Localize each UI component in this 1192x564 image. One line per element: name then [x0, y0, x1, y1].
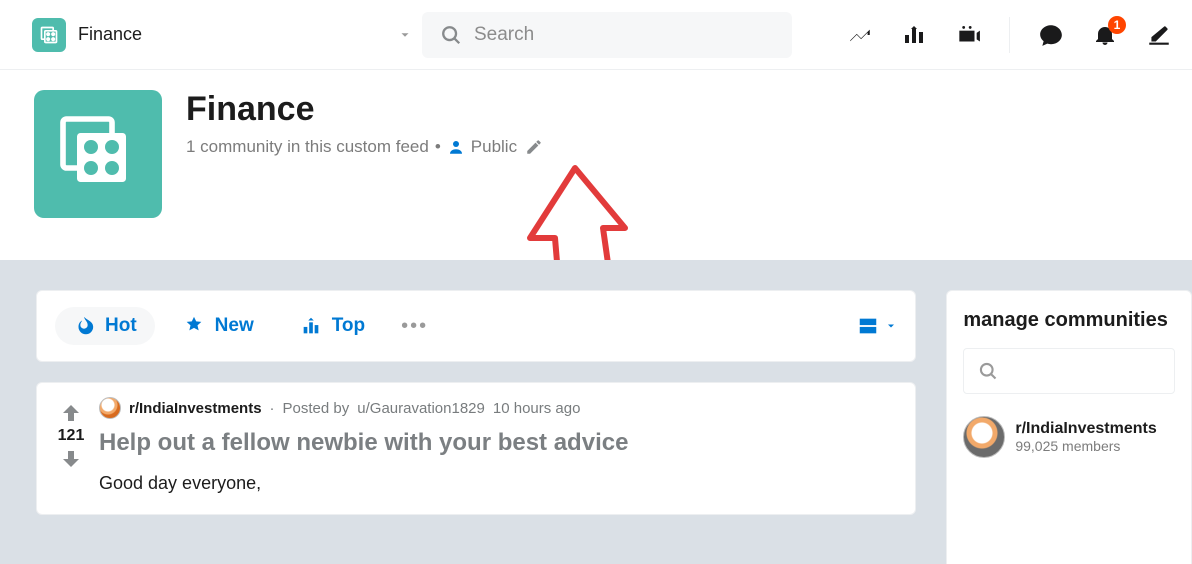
search-bar[interactable] — [422, 12, 792, 58]
posted-by-label: Posted by — [283, 400, 350, 417]
sort-top-label: Top — [332, 315, 365, 337]
sidebar-card: manage communities r/IndiaInvestments 99… — [946, 290, 1192, 564]
downvote-button[interactable] — [59, 447, 83, 471]
search-input[interactable] — [474, 24, 774, 46]
sidebar-subreddit-row[interactable]: r/IndiaInvestments 99,025 members — [963, 416, 1175, 458]
sort-new-button[interactable]: New — [165, 307, 272, 345]
subreddit-avatar-icon[interactable] — [99, 397, 121, 419]
top-header: Finance 1 — [0, 0, 1192, 70]
subreddit-avatar-icon — [963, 416, 1005, 458]
sort-hot-label: Hot — [105, 315, 137, 337]
sort-hot-button[interactable]: Hot — [55, 307, 155, 345]
person-icon — [447, 138, 465, 156]
sort-new-label: New — [215, 315, 254, 337]
feed-title: Finance — [186, 90, 543, 129]
create-post-icon[interactable] — [1146, 22, 1172, 48]
upvote-button[interactable] — [59, 401, 83, 425]
feed-subtitle: 1 community in this custom feed • Public — [186, 137, 543, 157]
header-action-icons: 1 — [847, 17, 1172, 53]
custom-feed-icon — [32, 18, 66, 52]
notifications-icon[interactable]: 1 — [1092, 22, 1118, 48]
feed-banner: Finance 1 community in this custom feed … — [0, 70, 1192, 260]
chevron-down-icon — [885, 320, 897, 332]
sidebar-search[interactable] — [963, 348, 1175, 394]
feed-big-icon — [34, 90, 162, 218]
post-age: 10 hours ago — [493, 400, 581, 417]
sort-bar: Hot New Top ••• — [36, 290, 916, 362]
post-excerpt: Good day everyone, — [99, 473, 897, 494]
chat-icon[interactable] — [1038, 22, 1064, 48]
vote-column: 121 — [43, 397, 99, 494]
chevron-down-icon — [398, 28, 412, 42]
search-icon — [440, 24, 462, 46]
sort-more-button[interactable]: ••• — [393, 315, 436, 338]
sidebar-sub-name: r/IndiaInvestments — [1015, 420, 1156, 438]
popular-icon[interactable] — [847, 22, 873, 48]
sidebar-heading: manage communities — [963, 309, 1175, 332]
community-count-text: 1 community in this custom feed — [186, 137, 429, 157]
content-area: Hot New Top ••• 121 — [0, 260, 1192, 564]
feed-selector-label: Finance — [78, 24, 142, 45]
post-meta: r/IndiaInvestments · Posted by u/Gaurava… — [99, 397, 897, 419]
author-link[interactable]: u/Gauravation1829 — [357, 400, 485, 417]
subreddit-link[interactable]: r/IndiaInvestments — [129, 400, 262, 417]
search-icon — [978, 361, 998, 381]
vote-score: 121 — [58, 427, 85, 445]
rpan-icon[interactable] — [955, 22, 981, 48]
edit-pencil-icon[interactable] — [525, 138, 543, 156]
layout-toggle[interactable] — [857, 315, 897, 337]
sidebar-sub-members: 99,025 members — [1015, 438, 1156, 454]
notification-badge: 1 — [1108, 16, 1126, 34]
meta-dot: · — [270, 400, 275, 417]
post-card[interactable]: 121 r/IndiaInvestments · Posted by u/Gau… — [36, 382, 916, 515]
all-icon[interactable] — [901, 22, 927, 48]
feed-selector-dropdown[interactable]: Finance — [32, 18, 412, 52]
divider — [1009, 17, 1010, 53]
post-title[interactable]: Help out a fellow newbie with your best … — [99, 429, 897, 457]
sort-top-button[interactable]: Top — [282, 307, 383, 345]
visibility-label: Public — [471, 137, 517, 157]
